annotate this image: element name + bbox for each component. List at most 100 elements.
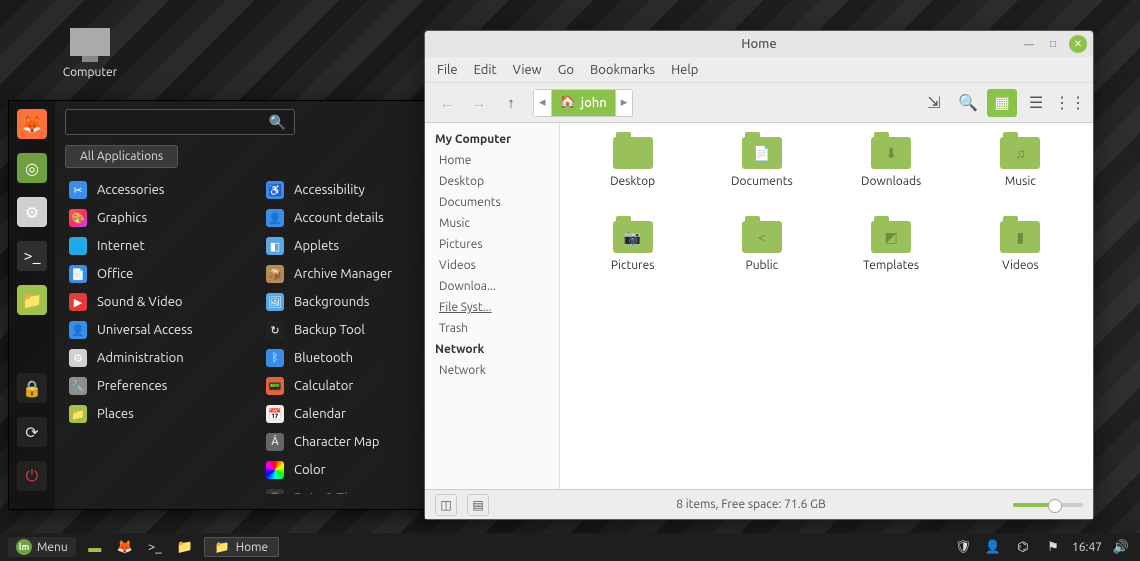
sidebar-item[interactable]: Music <box>425 213 559 234</box>
menu-go[interactable]: Go <box>558 63 574 77</box>
sidebar-item[interactable]: Trash <box>425 318 559 339</box>
app-item[interactable]: ᛒBluetooth <box>262 348 447 368</box>
app-item[interactable]: Color <box>262 460 447 480</box>
favorite-logout[interactable]: ⟳ <box>17 417 47 447</box>
menu-file[interactable]: File <box>437 63 458 77</box>
app-item[interactable]: 📦Archive Manager <box>262 264 447 284</box>
category-item[interactable]: ✂Accessories <box>65 180 250 200</box>
category-item[interactable]: 📁Places <box>65 404 250 424</box>
tray-user-icon[interactable]: 👤 <box>982 537 1004 557</box>
menu-bookmarks[interactable]: Bookmarks <box>590 63 655 77</box>
folder-desktop[interactable]: Desktop <box>570 137 695 217</box>
folder-icon: ♫ <box>1000 137 1040 169</box>
app-item[interactable]: 👤Account details <box>262 208 447 228</box>
back-button[interactable]: ← <box>433 89 461 117</box>
category-item[interactable]: 🎨Graphics <box>65 208 250 228</box>
menubar: File Edit View Go Bookmarks Help <box>425 57 1093 83</box>
category-item[interactable]: 🌐Internet <box>65 236 250 256</box>
app-item[interactable]: 📅Calendar <box>262 404 447 424</box>
crumb-prev-icon[interactable]: ◂ <box>534 90 552 116</box>
zoom-slider[interactable] <box>1013 503 1083 507</box>
sidebar-item[interactable]: File Syst... <box>425 297 559 318</box>
sidebar-item[interactable]: Documents <box>425 192 559 213</box>
up-button[interactable]: ↑ <box>497 89 525 117</box>
folder-public[interactable]: <Public <box>699 221 824 301</box>
search-button[interactable]: 🔍 <box>953 89 983 117</box>
category-item[interactable]: ⚙Administration <box>65 348 250 368</box>
tray-volume-icon[interactable]: 🔊 <box>1110 537 1132 557</box>
sidebar-item[interactable]: Pictures <box>425 234 559 255</box>
taskbar-terminal-launcher[interactable]: >_ <box>144 537 166 557</box>
favorite-shutdown[interactable]: ⏻ <box>17 461 47 491</box>
favorite-terminal[interactable]: >_ <box>17 241 47 271</box>
category-item[interactable]: 🔧Preferences <box>65 376 250 396</box>
favorite-files[interactable]: 📁 <box>17 285 47 315</box>
desktop-icon-computer[interactable]: Computer <box>50 28 130 79</box>
tray-shield-icon[interactable]: 🛡 <box>952 537 974 557</box>
sidebar-item[interactable]: Desktop <box>425 171 559 192</box>
category-icon: 📁 <box>69 405 87 423</box>
taskbar-menu-button[interactable]: lm Menu <box>8 537 76 557</box>
tray-clock[interactable]: 16:47 <box>1072 541 1102 554</box>
crumb-next-icon[interactable]: ▸ <box>616 90 633 116</box>
tray-network-icon[interactable]: ⌬ <box>1012 537 1034 557</box>
minimize-button[interactable]: — <box>1021 36 1037 52</box>
app-item[interactable]: 🕓Date & Time <box>262 488 447 494</box>
category-item[interactable]: 👤Universal Access <box>65 320 250 340</box>
view-icons-button[interactable]: ▦ <box>987 89 1017 117</box>
category-item[interactable]: ▶Sound & Video <box>65 292 250 312</box>
favorite-settings[interactable]: ⚙ <box>17 197 47 227</box>
crumb-current[interactable]: 🏠 john <box>552 90 616 116</box>
app-icon: 👤 <box>266 209 284 227</box>
close-button[interactable]: ✕ <box>1069 35 1087 53</box>
sidebar: My ComputerHomeDesktopDocumentsMusicPict… <box>425 123 560 489</box>
taskbar-files-launcher[interactable]: 📁 <box>174 537 196 557</box>
titlebar[interactable]: Home — □ ✕ <box>425 31 1093 57</box>
sidebar-item[interactable]: Videos <box>425 255 559 276</box>
folder-templates[interactable]: ◩Templates <box>829 221 954 301</box>
taskbar-firefox-launcher[interactable]: 🦊 <box>114 537 136 557</box>
forward-button[interactable]: → <box>465 89 493 117</box>
sidebar-item[interactable]: Network <box>425 360 559 381</box>
menu-view[interactable]: View <box>513 63 542 77</box>
start-menu-apps: ♿Accessibility 👤Account details ◧Applets 📦A… <box>262 174 447 494</box>
menu-help[interactable]: Help <box>671 63 698 77</box>
folder-music[interactable]: ♫Music <box>958 137 1083 217</box>
folder-label: Desktop <box>610 175 655 188</box>
tray-updates-icon[interactable]: ⚑ <box>1042 537 1064 557</box>
folder-videos[interactable]: ▮Videos <box>958 221 1083 301</box>
app-item[interactable]: 📟Calculator <box>262 376 447 396</box>
breadcrumb: ◂ 🏠 john ▸ <box>533 89 633 117</box>
view-list-button[interactable]: ☰ <box>1021 89 1051 117</box>
folder-icon: ◩ <box>871 221 911 253</box>
app-item[interactable]: ◧Applets <box>262 236 447 256</box>
all-applications-button[interactable]: All Applications <box>65 145 178 168</box>
view-compact-button[interactable]: ⋮⋮ <box>1055 89 1085 117</box>
app-label: Calendar <box>294 407 346 421</box>
category-label: Administration <box>97 351 184 365</box>
status-places-button[interactable]: ▤ <box>467 494 489 516</box>
menu-edit[interactable]: Edit <box>474 63 497 77</box>
show-desktop-button[interactable]: ▬ <box>84 537 106 557</box>
maximize-button[interactable]: □ <box>1045 36 1061 52</box>
location-toggle-button[interactable]: ⇲ <box>919 89 949 117</box>
app-item[interactable]: 🖼Backgrounds <box>262 292 447 312</box>
category-icon: 👤 <box>69 321 87 339</box>
app-item[interactable]: ♿Accessibility <box>262 180 447 200</box>
favorite-lock[interactable]: 🔒 <box>17 373 47 403</box>
sidebar-item[interactable]: Home <box>425 150 559 171</box>
app-item[interactable]: ↻Backup Tool <box>262 320 447 340</box>
folder-icon: < <box>742 221 782 253</box>
folder-grid[interactable]: Desktop 📄Documents⬇Downloads♫Music 📷Pictur… <box>560 123 1093 489</box>
favorite-firefox[interactable]: 🦊 <box>17 109 47 139</box>
taskbar-task-home[interactable]: 📁 Home <box>204 537 279 557</box>
folder-documents[interactable]: 📄Documents <box>699 137 824 217</box>
category-item[interactable]: 📄Office <box>65 264 250 284</box>
folder-downloads[interactable]: ⬇Downloads <box>829 137 954 217</box>
app-item[interactable]: ĀCharacter Map <box>262 432 447 452</box>
sidebar-item[interactable]: Downloa... <box>425 276 559 297</box>
search-input[interactable] <box>74 116 269 129</box>
status-tree-button[interactable]: ◫ <box>435 494 457 516</box>
folder-pictures[interactable]: 📷Pictures <box>570 221 695 301</box>
favorite-software[interactable]: ◎ <box>17 153 47 183</box>
